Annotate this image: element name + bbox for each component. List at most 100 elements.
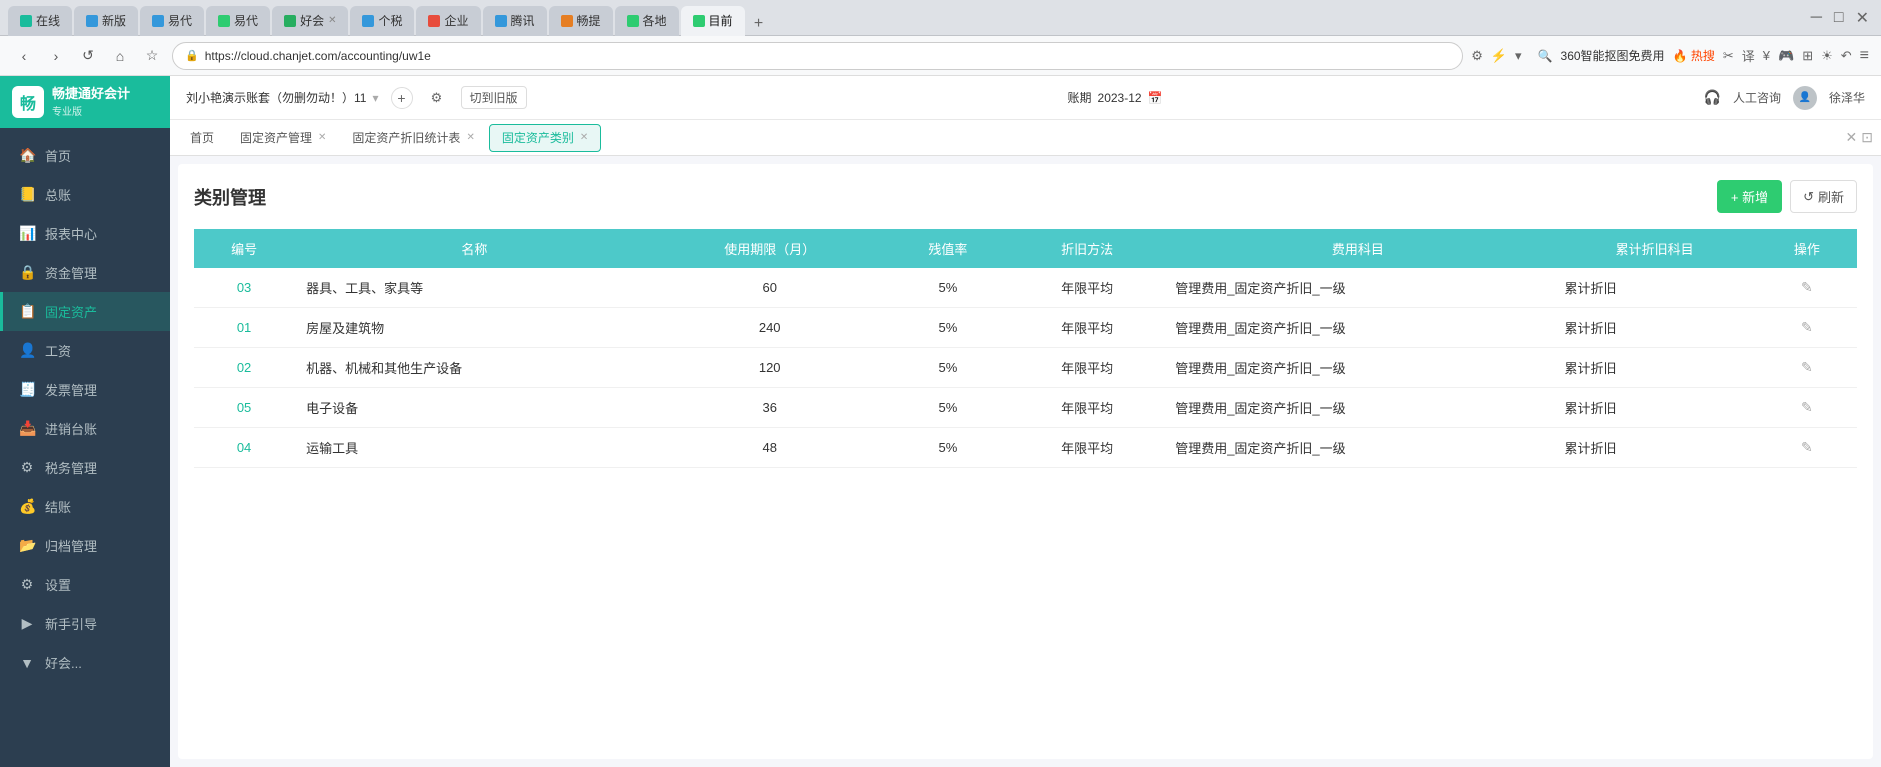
cell-residual-4: 5% (885, 428, 1011, 468)
browser-tab-10[interactable]: 各地 (615, 6, 679, 36)
calendar-icon[interactable]: 📅 (1148, 91, 1163, 105)
cell-acc-depreciation-1: 累计折旧 (1553, 308, 1757, 348)
sidebar-item-settlement[interactable]: 💰 结账 (0, 487, 170, 526)
menu-icon[interactable]: ≡ (1860, 47, 1869, 65)
sidebar-item-ledger[interactable]: 📒 总账 (0, 175, 170, 214)
minimize-button[interactable]: ─ (1807, 9, 1826, 27)
category-table: 编号 名称 使用期限（月） 残值率 折旧方法 费用科目 累计折旧科目 操作 03… (194, 229, 1857, 468)
code-link-1[interactable]: 01 (237, 320, 251, 335)
browser-tab-4[interactable]: 易代 (206, 6, 270, 36)
close-window-button[interactable]: ✕ (1852, 8, 1873, 28)
topbar-add-button[interactable]: + (391, 87, 413, 109)
table-row: 05 电子设备 36 5% 年限平均 管理费用_固定资产折旧_一级 累计折旧 ✎ (194, 388, 1857, 428)
tab-bar-controls: ✕ ⊡ (1846, 129, 1873, 146)
cell-code-2: 02 (194, 348, 294, 388)
reports-icon: 📊 (19, 225, 35, 242)
logo-text-area: 畅捷通好会计 专业版 (52, 86, 130, 118)
refresh-button[interactable]: ↺ 刷新 (1790, 180, 1857, 213)
sidebar-item-reports[interactable]: 📊 报表中心 (0, 214, 170, 253)
close-tab-fixed-assets-mgmt[interactable]: ✕ (318, 132, 326, 143)
edit-button-0[interactable]: ✎ (1801, 279, 1813, 295)
maximize-button[interactable]: □ (1830, 9, 1848, 27)
new-tab-button[interactable]: + (747, 12, 771, 36)
grid-icon[interactable]: ⊞ (1802, 48, 1813, 64)
close-tab-5[interactable]: ✕ (328, 15, 336, 26)
reload-button[interactable]: ↺ (76, 44, 100, 68)
browser-tab-6[interactable]: 个税 (350, 6, 414, 36)
translate-icon[interactable]: 译 (1742, 46, 1755, 65)
sidebar-item-settlement-label: 结账 (45, 497, 71, 516)
code-link-0[interactable]: 03 (237, 280, 251, 295)
sidebar-item-home[interactable]: 🏠 首页 (0, 136, 170, 175)
code-link-4[interactable]: 04 (237, 440, 251, 455)
capital-icon: 🔒 (19, 264, 35, 281)
browser-tab-8[interactable]: 腾讯 (483, 6, 547, 36)
close-tab-fixed-assets-category[interactable]: ✕ (580, 132, 588, 143)
tab-home[interactable]: 首页 (178, 124, 226, 152)
brightness-icon[interactable]: ☀ (1821, 48, 1833, 64)
browser-tab-11[interactable]: 目前 (681, 6, 745, 36)
sidebar-item-invoices[interactable]: 🧾 发票管理 (0, 370, 170, 409)
app-container: 畅 畅捷通好会计 专业版 🏠 首页 📒 总账 📊 报表中心 🔒 资金管理 (0, 76, 1881, 767)
code-link-3[interactable]: 05 (237, 400, 251, 415)
back-button[interactable]: ‹ (12, 44, 36, 68)
close-all-icon[interactable]: ✕ (1846, 129, 1858, 146)
sidebar-item-archive[interactable]: 📂 归档管理 (0, 526, 170, 565)
sidebar-item-ledger-label: 总账 (45, 185, 71, 204)
sidebar-item-settings[interactable]: ⚙ 设置 (0, 565, 170, 604)
browser-tab-3[interactable]: 易代 (140, 6, 204, 36)
sidebar-item-fixed-assets[interactable]: 📋 固定资产 (0, 292, 170, 331)
cut-icon[interactable]: ✂ (1723, 48, 1734, 64)
expand-tabs-icon[interactable]: ⊡ (1861, 129, 1873, 146)
edit-button-2[interactable]: ✎ (1801, 359, 1813, 375)
sidebar-item-archive-label: 归档管理 (45, 536, 97, 555)
site-settings-icon[interactable]: ⚙ (1471, 48, 1483, 64)
browser-tab-2[interactable]: 新版 (74, 6, 138, 36)
ledger-icon: 📒 (19, 186, 35, 203)
topbar-settings-button[interactable]: ⚙ (425, 86, 449, 110)
sidebar-item-capital[interactable]: 🔒 资金管理 (0, 253, 170, 292)
game-icon[interactable]: 🎮 (1778, 48, 1794, 64)
cell-expense-1: 管理费用_固定资产折旧_一级 (1163, 308, 1552, 348)
table-row: 02 机器、机械和其他生产设备 120 5% 年限平均 管理费用_固定资产折旧_… (194, 348, 1857, 388)
edit-button-1[interactable]: ✎ (1801, 319, 1813, 335)
browser-tab-1[interactable]: 在线 (8, 6, 72, 36)
forward-button[interactable]: › (44, 44, 68, 68)
home-button[interactable]: ⌂ (108, 44, 132, 68)
cell-method-1: 年限平均 (1011, 308, 1163, 348)
address-bar[interactable]: 🔒 https://cloud.chanjet.com/accounting/u… (172, 42, 1463, 70)
cell-period-3: 36 (655, 388, 885, 428)
more-icon: ▼ (19, 655, 35, 671)
table-header-row: 编号 名称 使用期限（月） 残值率 折旧方法 费用科目 累计折旧科目 操作 (194, 229, 1857, 268)
expand-icon[interactable]: ▾ (1515, 48, 1522, 64)
browser-tab-5[interactable]: 好会 ✕ (272, 6, 348, 36)
add-category-button[interactable]: + 新增 (1717, 180, 1782, 213)
sidebar-item-tax[interactable]: ⚙ 税务管理 (0, 448, 170, 487)
sidebar-item-inventory[interactable]: 📥 进销台账 (0, 409, 170, 448)
table-row: 04 运输工具 48 5% 年限平均 管理费用_固定资产折旧_一级 累计折旧 ✎ (194, 428, 1857, 468)
close-tab-depreciation-report[interactable]: ✕ (466, 132, 474, 143)
bookmark-button[interactable]: ☆ (140, 44, 164, 68)
col-header-name: 名称 (294, 229, 654, 268)
sidebar-item-guide[interactable]: ▶ 新手引导 (0, 604, 170, 643)
service-label[interactable]: 人工咨询 (1733, 89, 1781, 106)
edit-button-3[interactable]: ✎ (1801, 399, 1813, 415)
cell-acc-depreciation-2: 累计折旧 (1553, 348, 1757, 388)
tab-depreciation-report[interactable]: 固定资产折旧统计表 ✕ (340, 124, 486, 152)
wallet-icon[interactable]: ¥ (1763, 48, 1770, 63)
extensions-icon[interactable]: ⚡ (1491, 48, 1507, 64)
undo-icon[interactable]: ↶ (1841, 48, 1852, 64)
tab-fixed-assets-mgmt-label: 固定资产管理 (240, 129, 312, 146)
sidebar-item-payroll[interactable]: 👤 工资 (0, 331, 170, 370)
sidebar-item-reports-label: 报表中心 (45, 224, 97, 243)
edit-button-4[interactable]: ✎ (1801, 439, 1813, 455)
refresh-label: 刷新 (1818, 187, 1844, 206)
code-link-2[interactable]: 02 (237, 360, 251, 375)
switch-version-button[interactable]: 切到旧版 (461, 86, 527, 109)
tab-fixed-assets-mgmt[interactable]: 固定资产管理 ✕ (228, 124, 338, 152)
browser-tab-7[interactable]: 企业 (416, 6, 480, 36)
header-actions: + 新增 ↺ 刷新 (1717, 180, 1857, 213)
browser-tab-9[interactable]: 畅提 (549, 6, 613, 36)
sidebar-item-more[interactable]: ▼ 好会... (0, 643, 170, 682)
tab-fixed-assets-category[interactable]: 固定资产类别 ✕ (489, 124, 601, 152)
